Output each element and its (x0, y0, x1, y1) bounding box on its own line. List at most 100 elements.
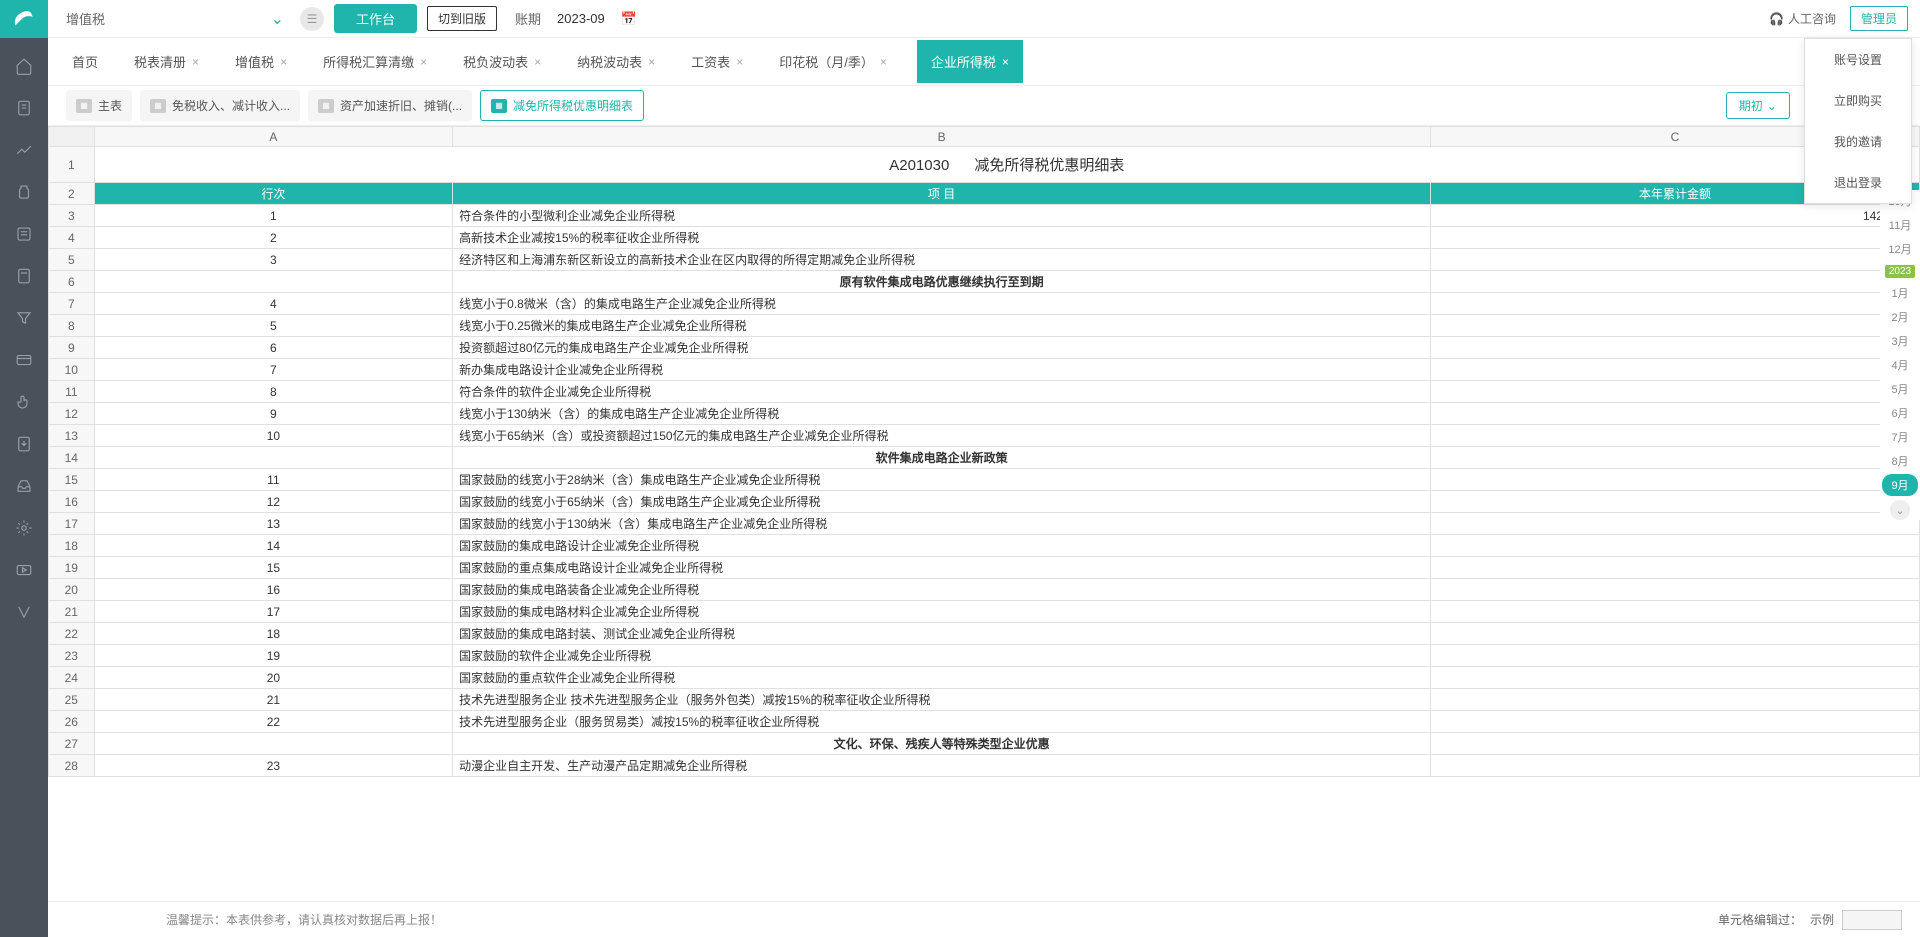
cell[interactable]: 13 (94, 513, 453, 535)
cell[interactable]: 5 (94, 315, 453, 337)
cell[interactable]: 国家鼓励的集成电路设计企业减免企业所得税 (453, 535, 1431, 557)
cell[interactable]: 23 (94, 755, 453, 777)
month-item[interactable]: 3月 (1882, 330, 1918, 352)
collapse-button[interactable]: ☰ (300, 7, 324, 31)
tab[interactable]: 所得税汇算清缴× (317, 40, 433, 83)
tab[interactable]: 首页 (66, 40, 104, 83)
row-header[interactable]: 1 (49, 147, 95, 183)
subtab[interactable]: ▦资产加速折旧、摊销(... (308, 90, 472, 121)
cell[interactable]: 国家鼓励的软件企业减免企业所得税 (453, 645, 1431, 667)
cell[interactable]: 15 (94, 557, 453, 579)
cell[interactable] (1431, 337, 1920, 359)
calc-icon[interactable] (14, 266, 34, 286)
row-header[interactable]: 6 (49, 271, 95, 293)
row-header[interactable]: 19 (49, 557, 95, 579)
subtab[interactable]: ▦减免所得税优惠明细表 (480, 90, 644, 121)
cell[interactable]: 国家鼓励的重点软件企业减免企业所得税 (453, 667, 1431, 689)
cell[interactable]: 国家鼓励的线宽小于28纳米（含）集成电路生产企业减免企业所得税 (453, 469, 1431, 491)
cell[interactable] (1431, 315, 1920, 337)
row-header[interactable]: 14 (49, 447, 95, 469)
row-header[interactable]: 24 (49, 667, 95, 689)
cell[interactable]: 7 (94, 359, 453, 381)
cell[interactable]: 6 (94, 337, 453, 359)
row-header[interactable]: 28 (49, 755, 95, 777)
cell[interactable]: 新办集成电路设计企业减免企业所得税 (453, 359, 1431, 381)
cell[interactable]: 符合条件的软件企业减免企业所得税 (453, 381, 1431, 403)
month-item[interactable]: 9月 (1882, 474, 1918, 496)
cell[interactable] (94, 733, 453, 755)
cell[interactable]: 国家鼓励的集成电路封装、测试企业减免企业所得税 (453, 623, 1431, 645)
month-item[interactable]: 7月 (1882, 426, 1918, 448)
cell[interactable]: 技术先进型服务企业（服务贸易类）减按15%的税率征收企业所得税 (453, 711, 1431, 733)
cell[interactable] (1431, 601, 1920, 623)
example-input[interactable] (1842, 910, 1902, 930)
close-icon[interactable]: × (280, 55, 287, 69)
cell[interactable] (1431, 469, 1920, 491)
close-icon[interactable]: × (880, 55, 887, 69)
cell[interactable] (1431, 535, 1920, 557)
cell[interactable] (94, 271, 453, 293)
cell[interactable] (1431, 403, 1920, 425)
cell[interactable]: 17 (94, 601, 453, 623)
cell[interactable]: 19 (94, 645, 453, 667)
filter-icon[interactable] (14, 308, 34, 328)
cell[interactable] (1431, 227, 1920, 249)
month-item[interactable]: 5月 (1882, 378, 1918, 400)
list-icon[interactable] (14, 224, 34, 244)
jar-icon[interactable] (14, 182, 34, 202)
cell[interactable]: 2 (94, 227, 453, 249)
row-header[interactable]: 25 (49, 689, 95, 711)
cell[interactable]: 技术先进型服务企业 技术先进型服务企业（服务外包类）减按15%的税率征收企业所得… (453, 689, 1431, 711)
card-icon[interactable] (14, 350, 34, 370)
row-header[interactable]: 27 (49, 733, 95, 755)
cell[interactable] (1431, 513, 1920, 535)
cell[interactable]: 4 (94, 293, 453, 315)
tab[interactable]: 企业所得税× (917, 40, 1023, 83)
row-header[interactable]: 10 (49, 359, 95, 381)
row-header[interactable]: 15 (49, 469, 95, 491)
tab[interactable]: 印花税（月/季）× (773, 40, 893, 83)
close-icon[interactable]: × (736, 55, 743, 69)
month-item[interactable]: 1月 (1882, 282, 1918, 304)
cell[interactable] (1431, 271, 1920, 293)
cell[interactable]: 11 (94, 469, 453, 491)
cell[interactable] (1431, 491, 1920, 513)
month-item[interactable]: 4月 (1882, 354, 1918, 376)
switch-old-button[interactable]: 切到旧版 (427, 6, 497, 31)
calendar-icon[interactable]: 📅 (621, 11, 637, 27)
export-icon[interactable] (14, 434, 34, 454)
cell[interactable] (1431, 733, 1920, 755)
row-header[interactable]: 2 (49, 183, 95, 205)
cell[interactable] (94, 447, 453, 469)
cell[interactable]: 9 (94, 403, 453, 425)
cell[interactable] (1431, 623, 1920, 645)
cell[interactable] (1431, 381, 1920, 403)
subtab[interactable]: ▦主表 (66, 90, 132, 121)
cell[interactable]: 动漫企业自主开发、生产动漫产品定期减免企业所得税 (453, 755, 1431, 777)
month-item[interactable]: 12月 (1882, 238, 1918, 260)
tab[interactable]: 工资表× (685, 40, 749, 83)
subtab[interactable]: ▦免税收入、减计收入... (140, 90, 300, 121)
period-button[interactable]: 期初 ⌄ (1726, 92, 1790, 119)
v-icon[interactable] (14, 602, 34, 622)
cell[interactable]: 线宽小于0.8微米（含）的集成电路生产企业减免企业所得税 (453, 293, 1431, 315)
row-header[interactable]: 23 (49, 645, 95, 667)
column-header[interactable]: A (94, 127, 453, 147)
cell[interactable] (1431, 667, 1920, 689)
cell[interactable]: 20 (94, 667, 453, 689)
cell[interactable] (1431, 645, 1920, 667)
row-header[interactable]: 4 (49, 227, 95, 249)
cell[interactable]: 符合条件的小型微利企业减免企业所得税 (453, 205, 1431, 227)
row-header[interactable]: 18 (49, 535, 95, 557)
doc-icon[interactable] (14, 98, 34, 118)
month-item[interactable]: 8月 (1882, 450, 1918, 472)
cell[interactable] (1431, 359, 1920, 381)
cell[interactable] (1431, 447, 1920, 469)
cell[interactable]: 14 (94, 535, 453, 557)
cell[interactable]: 投资额超过80亿元的集成电路生产企业减免企业所得税 (453, 337, 1431, 359)
dropdown-item[interactable]: 我的邀请 (1805, 121, 1911, 162)
month-item[interactable]: 11月 (1882, 214, 1918, 236)
cell[interactable]: 22 (94, 711, 453, 733)
cell[interactable]: 国家鼓励的集成电路材料企业减免企业所得税 (453, 601, 1431, 623)
close-icon[interactable]: × (648, 55, 655, 69)
